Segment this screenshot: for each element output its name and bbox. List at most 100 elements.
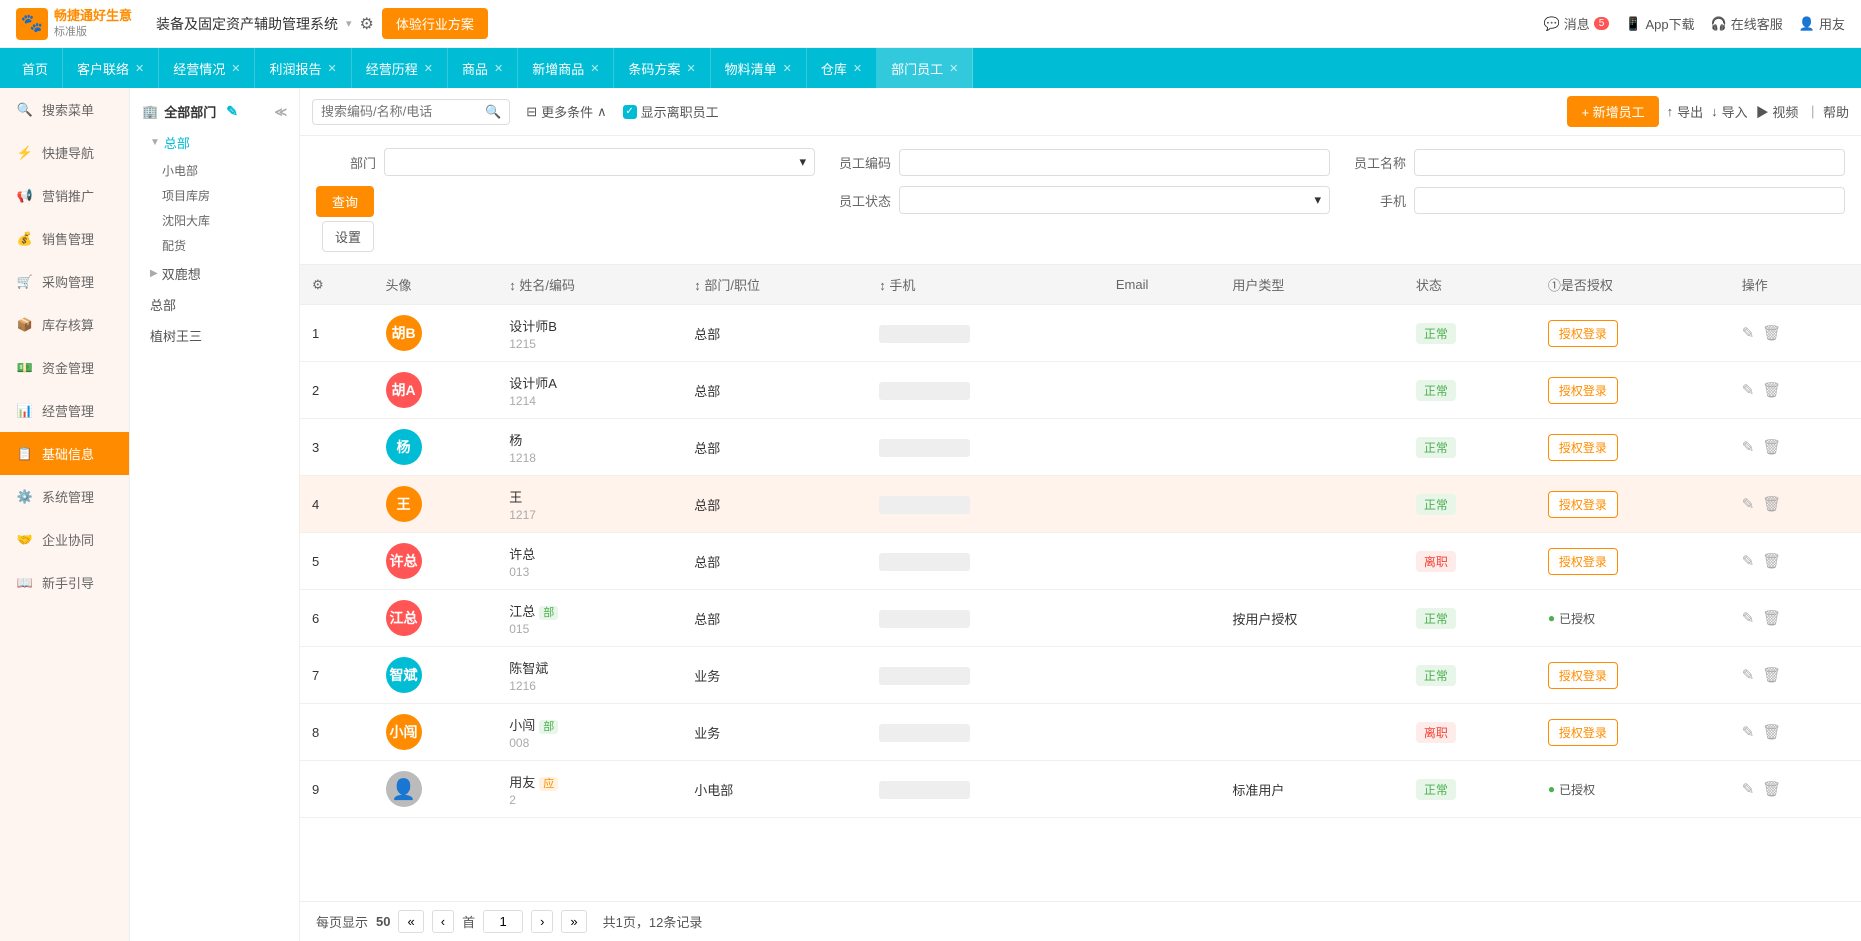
online-service-btn[interactable]: 🎧 在线客服 bbox=[1711, 14, 1783, 33]
close-icon[interactable]: ✕ bbox=[686, 62, 695, 75]
delete-icon[interactable]: 🗑 bbox=[1762, 324, 1781, 342]
delete-icon[interactable]: 🗑 bbox=[1762, 495, 1781, 513]
message-btn[interactable]: 💬 消息 5 bbox=[1544, 14, 1610, 33]
dept-child-xiaodian[interactable]: 小电部 bbox=[130, 158, 299, 183]
auth-login-button[interactable]: 授权登录 bbox=[1548, 662, 1618, 689]
table-row: 4王王1217总部●●●●●●●正常授权登录✎🗑 bbox=[300, 476, 1861, 533]
close-icon[interactable]: ✕ bbox=[949, 62, 958, 75]
delete-icon[interactable]: 🗑 bbox=[1762, 723, 1781, 741]
auth-login-button[interactable]: 授权登录 bbox=[1548, 434, 1618, 461]
edit-icon[interactable]: ✎ bbox=[1742, 438, 1755, 456]
delete-icon[interactable]: 🗑 bbox=[1762, 381, 1781, 399]
dept-filter-select[interactable]: ▾ bbox=[384, 148, 815, 176]
first-page-btn[interactable]: « bbox=[398, 910, 423, 933]
close-icon[interactable]: ✕ bbox=[328, 62, 337, 75]
dept-child-proj[interactable]: 项目库房 bbox=[130, 183, 299, 208]
tab-new-goods[interactable]: 新增商品 ✕ bbox=[518, 48, 614, 88]
next-page-btn[interactable]: › bbox=[531, 910, 553, 933]
menu-item-inventory[interactable]: 📦 库存核算 bbox=[0, 303, 129, 346]
auth-login-button[interactable]: 授权登录 bbox=[1548, 320, 1618, 347]
edit-icon[interactable]: ✎ bbox=[1742, 780, 1755, 798]
edit-icon[interactable]: ✎ bbox=[1742, 723, 1755, 741]
menu-item-basic[interactable]: 📋 基础信息 bbox=[0, 432, 129, 475]
sys-title-arrow[interactable]: ▾ bbox=[346, 17, 352, 30]
last-page-btn[interactable]: » bbox=[561, 910, 586, 933]
close-icon[interactable]: ✕ bbox=[424, 62, 433, 75]
trial-button[interactable]: 体验行业方案 bbox=[382, 8, 488, 39]
close-icon[interactable]: ✕ bbox=[590, 62, 599, 75]
help-button[interactable]: ｜ 帮助 bbox=[1806, 102, 1849, 121]
auth-login-button[interactable]: 授权登录 bbox=[1548, 377, 1618, 404]
edit-icon[interactable]: ✎ bbox=[1742, 495, 1755, 513]
close-icon[interactable]: ✕ bbox=[783, 62, 792, 75]
menu-item-finance[interactable]: 💵 资金管理 bbox=[0, 346, 129, 389]
menu-item-management[interactable]: 📊 经营管理 bbox=[0, 389, 129, 432]
tab-history[interactable]: 经营历程 ✕ bbox=[352, 48, 448, 88]
gear-button[interactable]: ⚙ bbox=[360, 14, 374, 34]
delete-icon[interactable]: 🗑 bbox=[1762, 780, 1781, 798]
tab-material[interactable]: 物料清单 ✕ bbox=[711, 48, 807, 88]
menu-item-purchase[interactable]: 🛒 采购管理 bbox=[0, 260, 129, 303]
close-icon[interactable]: ✕ bbox=[853, 62, 862, 75]
menu-item-nav[interactable]: ⚡ 快捷导航 bbox=[0, 131, 129, 174]
edit-icon[interactable]: ✎ bbox=[1742, 381, 1755, 399]
menu-item-system[interactable]: ⚙️ 系统管理 bbox=[0, 475, 129, 518]
dept-node-zongbu[interactable]: 总部 bbox=[130, 289, 299, 320]
tab-customer[interactable]: 客户联络 ✕ bbox=[63, 48, 159, 88]
close-icon[interactable]: ✕ bbox=[231, 62, 240, 75]
col-phone[interactable]: ↕ 手机 bbox=[867, 265, 1104, 305]
tab-warehouse[interactable]: 仓库 ✕ bbox=[807, 48, 877, 88]
show-resigned-toggle[interactable]: ✓ 显示离职员工 bbox=[623, 102, 719, 121]
auth-login-button[interactable]: 授权登录 bbox=[1548, 548, 1618, 575]
export-button[interactable]: ↑ 导出 bbox=[1667, 102, 1704, 121]
auth-login-button[interactable]: 授权登录 bbox=[1548, 491, 1618, 518]
tab-home[interactable]: 首页 bbox=[8, 48, 63, 88]
import-button[interactable]: ↓ 导入 bbox=[1711, 102, 1748, 121]
search-input[interactable] bbox=[321, 104, 481, 119]
video-button[interactable]: ▶ 视频 bbox=[1756, 102, 1799, 121]
delete-icon[interactable]: 🗑 bbox=[1762, 552, 1781, 570]
phone-filter-input[interactable] bbox=[1414, 187, 1845, 214]
menu-item-sales[interactable]: 💰 销售管理 bbox=[0, 217, 129, 260]
menu-item-search[interactable]: 🔍 搜索菜单 bbox=[0, 88, 129, 131]
menu-item-guide[interactable]: 📖 新手引导 bbox=[0, 561, 129, 604]
delete-icon[interactable]: 🗑 bbox=[1762, 609, 1781, 627]
dept-collapse-btn[interactable]: ≪ bbox=[274, 105, 287, 119]
tab-operation[interactable]: 经营情况 ✕ bbox=[159, 48, 255, 88]
tab-goods[interactable]: 商品 ✕ bbox=[448, 48, 518, 88]
close-icon[interactable]: ✕ bbox=[494, 62, 503, 75]
col-settings[interactable]: ⚙ bbox=[300, 265, 374, 305]
delete-icon[interactable]: 🗑 bbox=[1762, 666, 1781, 684]
dept-node-zhishu[interactable]: 植树王三 bbox=[130, 320, 299, 351]
page-input[interactable] bbox=[483, 910, 523, 933]
edit-icon[interactable]: ✎ bbox=[1742, 324, 1755, 342]
delete-icon[interactable]: 🗑 bbox=[1762, 438, 1781, 456]
query-button[interactable]: 查询 bbox=[316, 186, 374, 217]
edit-icon[interactable]: ✎ bbox=[1742, 552, 1755, 570]
close-icon[interactable]: ✕ bbox=[135, 62, 144, 75]
dept-node-head[interactable]: ▼ 总部 bbox=[130, 127, 299, 158]
user-menu-btn[interactable]: 👤 用友 bbox=[1799, 14, 1845, 33]
more-filter-btn[interactable]: ⊟ 更多条件 ∧ bbox=[518, 98, 614, 125]
dept-child-peihuo[interactable]: 配货 bbox=[130, 233, 299, 258]
set-button[interactable]: 设置 bbox=[322, 221, 374, 252]
empcode-filter-input[interactable] bbox=[899, 149, 1330, 176]
menu-item-collab[interactable]: 🤝 企业协同 bbox=[0, 518, 129, 561]
prev-page-btn[interactable]: ‹ bbox=[432, 910, 454, 933]
edit-icon[interactable]: ✎ bbox=[1742, 666, 1755, 684]
add-employee-button[interactable]: + 新增员工 bbox=[1567, 96, 1658, 127]
tab-profit[interactable]: 利润报告 ✕ bbox=[255, 48, 351, 88]
col-dept[interactable]: ↕ 部门/职位 bbox=[682, 265, 867, 305]
col-name[interactable]: ↕ 姓名/编码 bbox=[497, 265, 682, 305]
tab-employees[interactable]: 部门员工 ✕ bbox=[877, 48, 973, 88]
tab-barcode[interactable]: 条码方案 ✕ bbox=[614, 48, 710, 88]
empstatus-filter-select[interactable]: ▾ bbox=[899, 186, 1330, 214]
dept-node-shuanglu[interactable]: ▶ 双鹿想 bbox=[130, 258, 299, 289]
menu-item-marketing[interactable]: 📢 营销推广 bbox=[0, 174, 129, 217]
app-download-btn[interactable]: 📱 App下载 bbox=[1625, 14, 1694, 33]
auth-login-button[interactable]: 授权登录 bbox=[1548, 719, 1618, 746]
dept-child-shenyang[interactable]: 沈阳大库 bbox=[130, 208, 299, 233]
edit-icon[interactable]: ✎ bbox=[1742, 609, 1755, 627]
dept-edit-icon[interactable]: ✎ bbox=[226, 103, 238, 120]
empname-filter-input[interactable] bbox=[1414, 149, 1845, 176]
